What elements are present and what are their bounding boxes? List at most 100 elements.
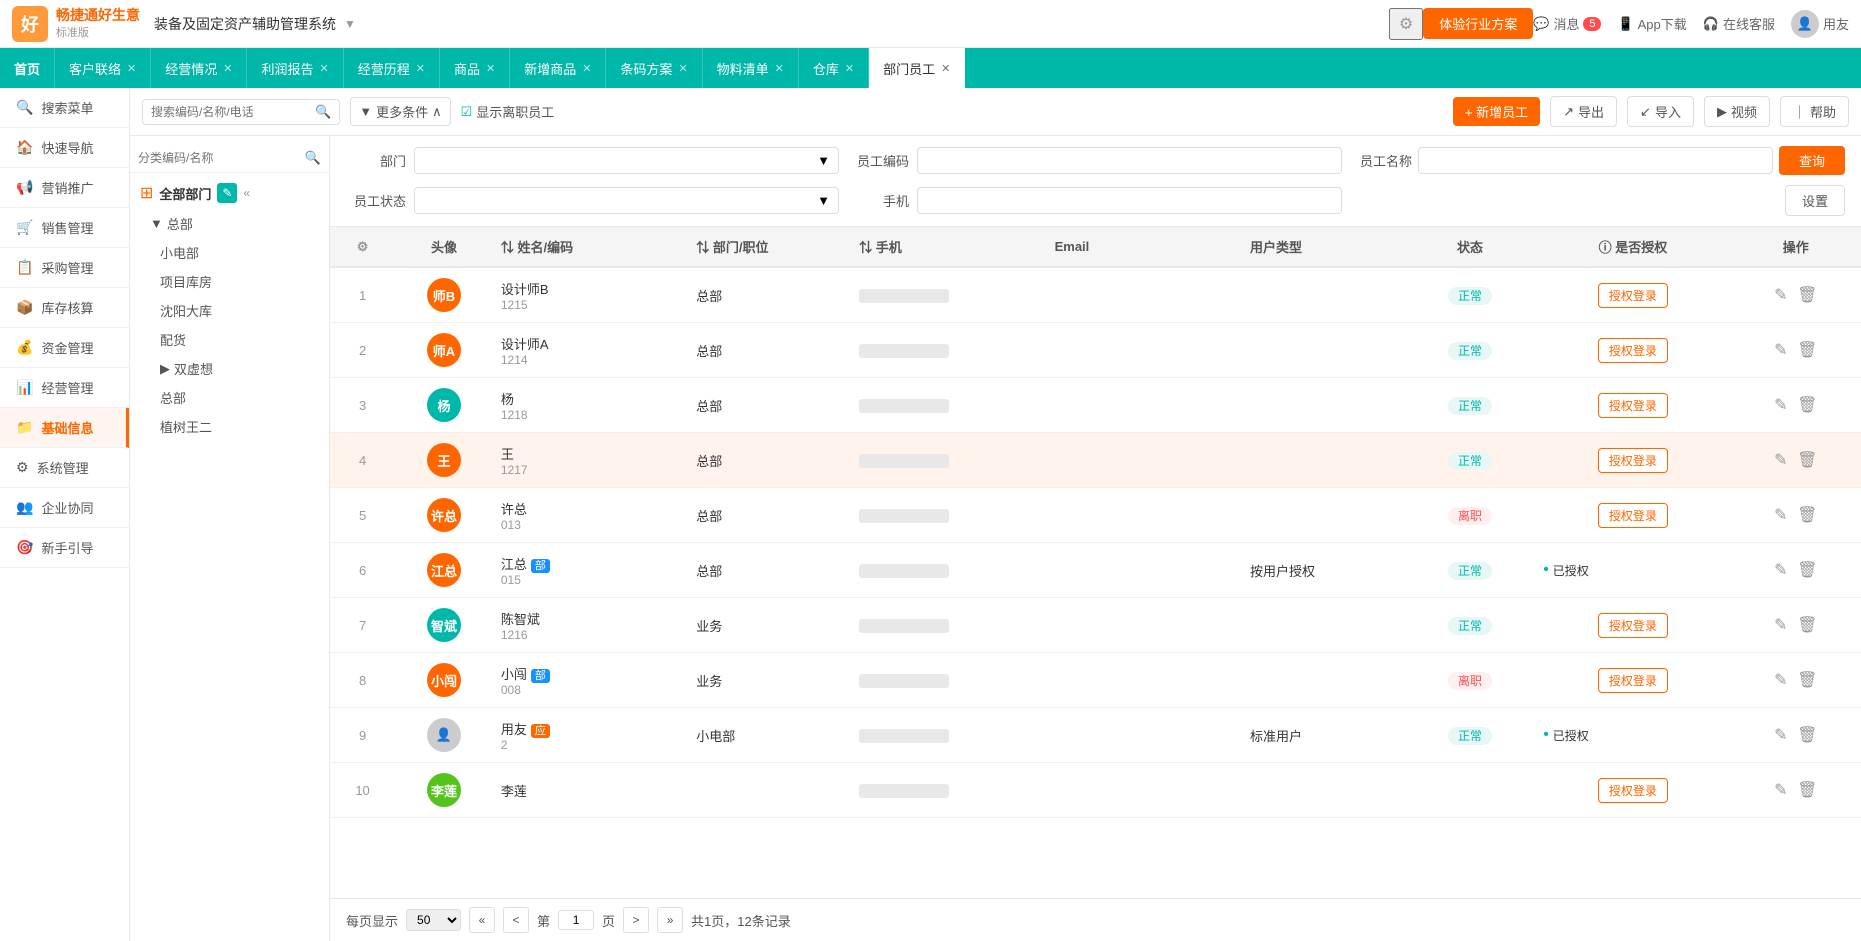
auth-login-btn[interactable]: 授权登录 [1598, 503, 1668, 528]
dept-node-shuangxu[interactable]: ▶ 双虚想 [130, 354, 329, 383]
auth-login-btn[interactable]: 授权登录 [1598, 393, 1668, 418]
show-resigned-toggle[interactable]: ☑ 显示离职员工 [461, 102, 555, 121]
first-page-btn[interactable]: « [469, 907, 495, 933]
dept-collapse-btn[interactable]: « [243, 186, 250, 200]
nav-item-customers[interactable]: 客户联络 ✕ [55, 48, 151, 88]
auth-login-btn[interactable]: 授权登录 [1598, 338, 1668, 363]
col-header-name[interactable]: ⇅ 姓名/编码 [493, 227, 688, 267]
query-btn[interactable]: 查询 [1779, 146, 1845, 175]
edit-btn[interactable]: ✎ [1771, 672, 1790, 689]
edit-btn[interactable]: ✎ [1771, 727, 1790, 744]
close-icon[interactable]: ✕ [775, 62, 784, 75]
nav-item-new-goods[interactable]: 新增商品 ✕ [510, 48, 606, 88]
delete-btn[interactable]: 🗑 [1794, 452, 1820, 469]
sidebar-item-search[interactable]: 🔍搜索菜单 [0, 88, 129, 128]
add-employee-btn[interactable]: + 新增员工 [1453, 97, 1540, 126]
auth-login-btn[interactable]: 授权登录 [1598, 283, 1668, 308]
dept-node-planting[interactable]: 植树王二 [130, 412, 329, 441]
dept-filter-select[interactable]: ▼ [414, 147, 839, 174]
sidebar-item-guide[interactable]: 🎯新手引导 [0, 528, 129, 568]
nav-item-home[interactable]: 首页 [0, 48, 55, 88]
edit-btn[interactable]: ✎ [1771, 507, 1790, 524]
edit-btn[interactable]: ✎ [1771, 287, 1790, 304]
sidebar-item-collab[interactable]: 👥企业协同 [0, 488, 129, 528]
auth-login-btn[interactable]: 授权登录 [1598, 668, 1668, 693]
empcode-filter-input[interactable] [917, 147, 1342, 174]
trial-btn[interactable]: 体验行业方案 [1423, 8, 1533, 39]
import-btn[interactable]: ↙ 导入 [1627, 96, 1694, 127]
dept-node-distribution[interactable]: 配货 [130, 325, 329, 354]
status-filter-select[interactable]: ▼ [414, 187, 839, 214]
phone-filter-input[interactable] [917, 187, 1342, 214]
dept-node-shenyang[interactable]: 沈阳大库 [130, 296, 329, 325]
dept-node-headquarters[interactable]: ▼ 总部 [130, 209, 329, 238]
close-icon[interactable]: ✕ [486, 62, 495, 75]
user-avatar-btn[interactable]: 👤 用友 [1791, 10, 1849, 38]
delete-btn[interactable]: 🗑 [1794, 727, 1820, 744]
nav-item-warehouse[interactable]: 仓库 ✕ [799, 48, 869, 88]
settings-icon[interactable]: ⚙ [357, 239, 369, 254]
close-icon[interactable]: ✕ [845, 62, 854, 75]
delete-btn[interactable]: 🗑 [1794, 672, 1820, 689]
dropdown-arrow-icon[interactable]: ▼ [344, 17, 356, 31]
col-header-dept[interactable]: ⇅ 部门/职位 [688, 227, 851, 267]
close-icon[interactable]: ✕ [416, 62, 425, 75]
dept-node-hq[interactable]: 总部 [130, 383, 329, 412]
close-icon[interactable]: ✕ [582, 62, 591, 75]
delete-btn[interactable]: 🗑 [1794, 397, 1820, 414]
delete-btn[interactable]: 🗑 [1794, 342, 1820, 359]
prev-page-btn[interactable]: < [503, 907, 529, 933]
nav-item-bom[interactable]: 物料清单 ✕ [703, 48, 799, 88]
edit-btn[interactable]: ✎ [1771, 397, 1790, 414]
sidebar-item-basic-info[interactable]: 📁基础信息 [0, 408, 129, 448]
dept-header[interactable]: ⊞ 全部部门 ✎ « [130, 177, 329, 209]
delete-btn[interactable]: 🗑 [1794, 507, 1820, 524]
empname-filter-input[interactable] [1418, 147, 1773, 174]
help-btn[interactable]: ｜ 帮助 [1780, 96, 1849, 127]
sidebar-item-inventory[interactable]: 📦库存核算 [0, 288, 129, 328]
edit-btn[interactable]: ✎ [1771, 617, 1790, 634]
nav-item-goods[interactable]: 商品 ✕ [440, 48, 510, 88]
sidebar-item-marketing[interactable]: 📢营销推广 [0, 168, 129, 208]
sidebar-item-finance[interactable]: 💰资金管理 [0, 328, 129, 368]
edit-btn[interactable]: ✎ [1771, 342, 1790, 359]
message-btn[interactable]: 💬 消息 5 [1533, 14, 1601, 33]
sidebar-item-purchase[interactable]: 📋采购管理 [0, 248, 129, 288]
export-btn[interactable]: ↗ 导出 [1550, 96, 1617, 127]
close-icon[interactable]: ✕ [320, 62, 329, 75]
dept-node-project[interactable]: 项目库房 [130, 267, 329, 296]
edit-btn[interactable]: ✎ [1771, 782, 1790, 799]
auth-login-btn[interactable]: 授权登录 [1598, 778, 1668, 803]
dept-node-electronics[interactable]: 小电部 [130, 238, 329, 267]
sidebar-item-nav[interactable]: 🏠快速导航 [0, 128, 129, 168]
nav-item-barcode[interactable]: 条码方案 ✕ [606, 48, 702, 88]
edit-btn[interactable]: ✎ [1771, 452, 1790, 469]
close-icon[interactable]: ✕ [678, 62, 687, 75]
col-header-phone[interactable]: ⇅ 手机 [851, 227, 1046, 267]
last-page-btn[interactable]: » [657, 907, 683, 933]
nav-item-profit[interactable]: 利润报告 ✕ [247, 48, 343, 88]
page-input[interactable] [558, 910, 594, 930]
next-page-btn[interactable]: > [623, 907, 649, 933]
per-page-select[interactable]: 50 100 [406, 909, 461, 931]
nav-item-employees[interactable]: 部门员工 ✕ [869, 48, 965, 88]
view-btn[interactable]: ▶ 视频 [1704, 96, 1770, 127]
sidebar-item-system[interactable]: ⚙系统管理 [0, 448, 129, 488]
delete-btn[interactable]: 🗑 [1794, 562, 1820, 579]
search-input[interactable] [151, 105, 311, 119]
close-icon[interactable]: ✕ [941, 62, 950, 75]
settings-gear-btn[interactable]: ⚙ [1389, 8, 1423, 40]
auth-login-btn[interactable]: 授权登录 [1598, 448, 1668, 473]
nav-item-history[interactable]: 经营历程 ✕ [344, 48, 440, 88]
close-icon[interactable]: ✕ [223, 62, 232, 75]
more-filter-btn[interactable]: ▼ 更多条件 ∧ [350, 97, 450, 126]
delete-btn[interactable]: 🗑 [1794, 287, 1820, 304]
online-service-btn[interactable]: 🎧 在线客服 [1703, 14, 1775, 33]
nav-item-operations[interactable]: 经营情况 ✕ [151, 48, 247, 88]
sidebar-item-business[interactable]: 📊经营管理 [0, 368, 129, 408]
dept-search-input[interactable] [138, 151, 305, 165]
close-icon[interactable]: ✕ [127, 62, 136, 75]
sidebar-item-sales[interactable]: 🛒销售管理 [0, 208, 129, 248]
auth-login-btn[interactable]: 授权登录 [1598, 613, 1668, 638]
edit-btn[interactable]: ✎ [1771, 562, 1790, 579]
